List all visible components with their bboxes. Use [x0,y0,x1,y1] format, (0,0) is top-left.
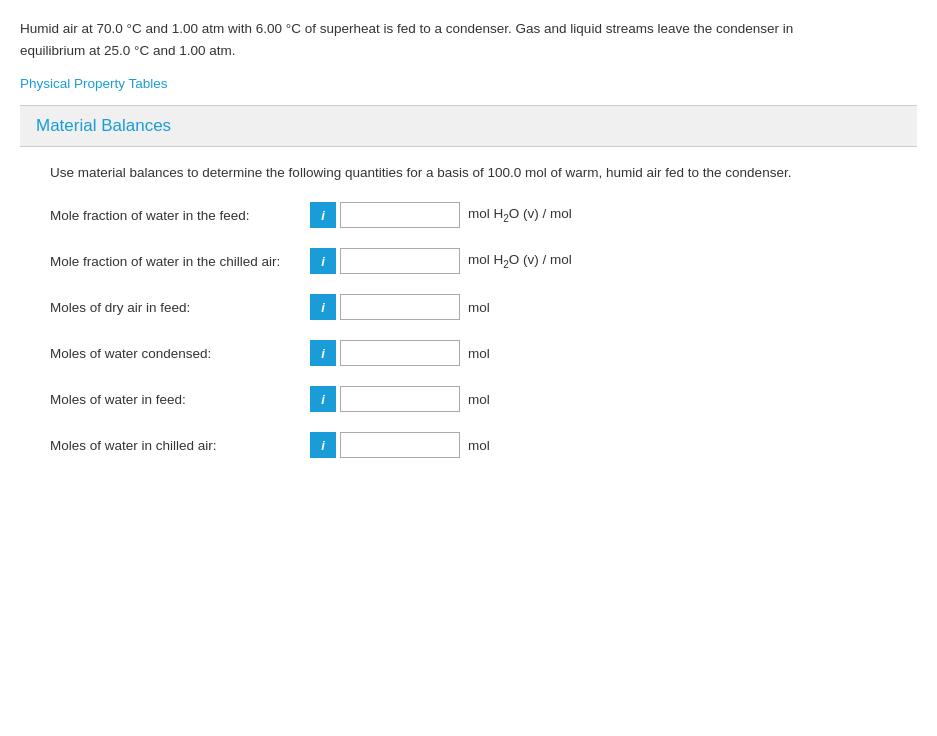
physical-property-link[interactable]: Physical Property Tables [20,76,168,91]
field-row-mole-fraction-feed: Mole fraction of water in the feed: i mo… [50,202,897,228]
label-moles-water-condensed: Moles of water condensed: [50,346,310,361]
label-moles-water-feed: Moles of water in feed: [50,392,310,407]
label-moles-dry-air: Moles of dry air in feed: [50,300,310,315]
field-row-mole-fraction-chilled: Mole fraction of water in the chilled ai… [50,248,897,274]
instruction-text: Use material balances to determine the f… [50,165,897,180]
unit-moles-water-condensed: mol [468,346,490,361]
info-button-mole-fraction-chilled[interactable]: i [310,248,336,274]
unit-moles-water-feed: mol [468,392,490,407]
section-title: Material Balances [36,116,171,135]
info-button-moles-water-condensed[interactable]: i [310,340,336,366]
info-button-moles-water-chilled[interactable]: i [310,432,336,458]
label-mole-fraction-feed: Mole fraction of water in the feed: [50,208,310,223]
section-content: Use material balances to determine the f… [20,147,917,498]
unit-mole-fraction-chilled: mol H2O (v) / mol [468,252,572,270]
info-button-mole-fraction-feed[interactable]: i [310,202,336,228]
info-button-moles-water-feed[interactable]: i [310,386,336,412]
page-container: Humid air at 70.0 °C and 1.00 atm with 6… [0,0,937,518]
input-moles-dry-air[interactable] [340,294,460,320]
field-row-moles-water-condensed: Moles of water condensed: i mol [50,340,897,366]
input-mole-fraction-feed[interactable] [340,202,460,228]
field-row-moles-dry-air: Moles of dry air in feed: i mol [50,294,897,320]
label-mole-fraction-chilled: Mole fraction of water in the chilled ai… [50,254,310,269]
problem-statement: Humid air at 70.0 °C and 1.00 atm with 6… [20,18,917,61]
input-mole-fraction-chilled[interactable] [340,248,460,274]
field-row-moles-water-feed: Moles of water in feed: i mol [50,386,897,412]
unit-moles-dry-air: mol [468,300,490,315]
input-moles-water-chilled[interactable] [340,432,460,458]
unit-mole-fraction-feed: mol H2O (v) / mol [468,206,572,224]
info-button-moles-dry-air[interactable]: i [310,294,336,320]
label-moles-water-chilled: Moles of water in chilled air: [50,438,310,453]
input-moles-water-feed[interactable] [340,386,460,412]
unit-moles-water-chilled: mol [468,438,490,453]
field-row-moles-water-chilled: Moles of water in chilled air: i mol [50,432,897,458]
input-moles-water-condensed[interactable] [340,340,460,366]
section-header: Material Balances [20,106,917,146]
